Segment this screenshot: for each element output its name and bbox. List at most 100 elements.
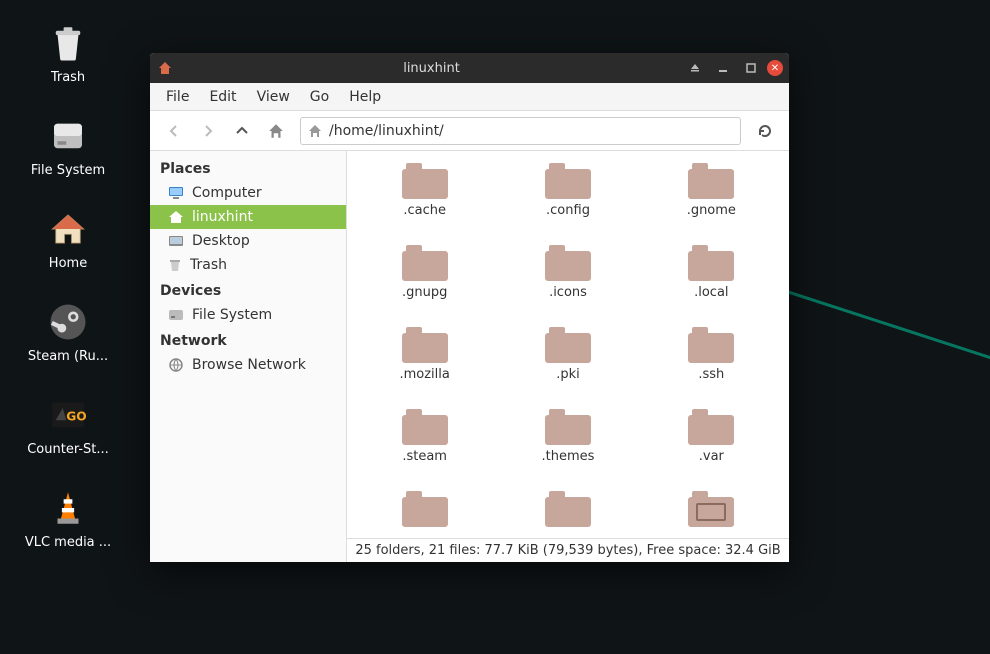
globe-icon bbox=[168, 357, 184, 373]
folder-icon bbox=[688, 163, 734, 199]
nav-back-button[interactable] bbox=[158, 116, 190, 146]
home-icon bbox=[307, 123, 323, 139]
computer-icon bbox=[168, 186, 184, 200]
sidebar-item-label: File System bbox=[192, 307, 272, 323]
nav-home-button[interactable] bbox=[260, 116, 292, 146]
sidebar-item-desktop[interactable]: Desktop bbox=[150, 229, 346, 253]
folder-label: .config bbox=[546, 203, 590, 218]
folder-item[interactable]: .themes bbox=[496, 409, 639, 491]
folder-grid[interactable]: .cache .config .gnome .gnupg .icons .local .mo… bbox=[347, 151, 789, 538]
titlebar[interactable]: linuxhint ✕ bbox=[150, 53, 789, 83]
folder-item[interactable]: .icons bbox=[496, 245, 639, 327]
folder-item[interactable]: .local bbox=[640, 245, 783, 327]
drive-icon bbox=[47, 115, 89, 157]
folder-label: .var bbox=[699, 449, 724, 464]
folder-item[interactable]: .ssh bbox=[640, 327, 783, 409]
sidebar-item-label: Browse Network bbox=[192, 357, 306, 373]
folder-label: .icons bbox=[549, 285, 587, 300]
folder-item[interactable]: .cache bbox=[353, 163, 496, 245]
desktop-icon-label: Trash bbox=[51, 70, 85, 85]
folder-label: .mozilla bbox=[399, 367, 449, 382]
desktop-icon-csgo[interactable]: GO Counter-St... bbox=[18, 394, 118, 457]
app-home-icon bbox=[156, 59, 174, 77]
window-close-button[interactable]: ✕ bbox=[767, 60, 783, 76]
home-icon bbox=[168, 210, 184, 224]
sidebar-item-trash[interactable]: Trash bbox=[150, 253, 346, 277]
sidebar-item-computer[interactable]: Computer bbox=[150, 181, 346, 205]
nav-forward-button[interactable] bbox=[192, 116, 224, 146]
sidebar-item-home[interactable]: linuxhint bbox=[150, 205, 346, 229]
folder-item[interactable]: .gnome bbox=[640, 163, 783, 245]
sidebar: Places Computer linuxhint Desktop Trash … bbox=[150, 151, 347, 562]
folder-item[interactable]: .steam bbox=[353, 409, 496, 491]
folder-item[interactable] bbox=[353, 491, 496, 538]
folder-label: .gnome bbox=[687, 203, 736, 218]
folder-item[interactable]: .config bbox=[496, 163, 639, 245]
desktop-icon-label: VLC media ... bbox=[25, 535, 111, 550]
folder-label: .cache bbox=[403, 203, 446, 218]
statusbar: 25 folders, 21 files: 77.7 KiB (79,539 b… bbox=[347, 538, 789, 562]
desktop-icon-vlc[interactable]: VLC media ... bbox=[18, 487, 118, 550]
folder-item[interactable]: .pki bbox=[496, 327, 639, 409]
folder-item[interactable] bbox=[496, 491, 639, 538]
folder-icon bbox=[402, 245, 448, 281]
steam-icon bbox=[47, 301, 89, 343]
folder-icon bbox=[688, 245, 734, 281]
desktop-icon-filesystem[interactable]: File System bbox=[18, 115, 118, 178]
sidebar-item-filesystem[interactable]: File System bbox=[150, 303, 346, 327]
folder-icon bbox=[402, 327, 448, 363]
window-maximize-button[interactable] bbox=[739, 59, 763, 77]
nav-up-button[interactable] bbox=[226, 116, 258, 146]
home-icon bbox=[47, 208, 89, 250]
folder-item[interactable]: .gnupg bbox=[353, 245, 496, 327]
sidebar-item-browse-network[interactable]: Browse Network bbox=[150, 353, 346, 377]
desktop-icon-steam[interactable]: Steam (Ru... bbox=[18, 301, 118, 364]
menu-edit[interactable]: Edit bbox=[199, 85, 246, 109]
folder-icon bbox=[545, 491, 591, 527]
trash-icon bbox=[168, 258, 182, 272]
folder-item[interactable]: .mozilla bbox=[353, 327, 496, 409]
sidebar-item-label: Desktop bbox=[192, 233, 250, 249]
folder-icon bbox=[688, 409, 734, 445]
desktop-icon bbox=[168, 234, 184, 248]
desktop-icon-label: File System bbox=[31, 163, 105, 178]
menubar: File Edit View Go Help bbox=[150, 83, 789, 111]
nav-reload-button[interactable] bbox=[749, 116, 781, 146]
folder-icon bbox=[545, 327, 591, 363]
folder-icon bbox=[545, 163, 591, 199]
menu-view[interactable]: View bbox=[247, 85, 300, 109]
sidebar-network-header: Network bbox=[150, 327, 346, 353]
folder-item[interactable] bbox=[640, 491, 783, 538]
sidebar-item-label: Computer bbox=[192, 185, 262, 201]
folder-icon bbox=[402, 163, 448, 199]
folder-label: .local bbox=[694, 285, 728, 300]
trash-icon bbox=[47, 22, 89, 64]
folder-label: .pki bbox=[556, 367, 580, 382]
folder-label: .steam bbox=[402, 449, 447, 464]
csgo-icon: GO bbox=[47, 394, 89, 436]
address-text: /home/linuxhint/ bbox=[329, 123, 444, 139]
status-text: 25 folders, 21 files: 77.7 KiB (79,539 b… bbox=[355, 543, 780, 558]
desktop-icon-label: Steam (Ru... bbox=[28, 349, 108, 364]
address-bar[interactable]: /home/linuxhint/ bbox=[300, 117, 741, 145]
sidebar-item-label: linuxhint bbox=[192, 209, 253, 225]
desktop-icon-label: Counter-St... bbox=[27, 442, 109, 457]
vlc-icon bbox=[47, 487, 89, 529]
folder-icon bbox=[545, 409, 591, 445]
menu-help[interactable]: Help bbox=[339, 85, 391, 109]
window-keep-above-button[interactable] bbox=[683, 59, 707, 77]
sidebar-places-header: Places bbox=[150, 155, 346, 181]
window-minimize-button[interactable] bbox=[711, 59, 735, 77]
folder-label: .ssh bbox=[698, 367, 724, 382]
menu-file[interactable]: File bbox=[156, 85, 199, 109]
desktop-icon-trash[interactable]: Trash bbox=[18, 22, 118, 85]
menu-go[interactable]: Go bbox=[300, 85, 339, 109]
folder-item[interactable]: .var bbox=[640, 409, 783, 491]
desktop-icon-label: Home bbox=[49, 256, 87, 271]
folder-label: .gnupg bbox=[402, 285, 447, 300]
folder-icon bbox=[402, 409, 448, 445]
desktop-icon-home[interactable]: Home bbox=[18, 208, 118, 271]
file-manager-window: linuxhint ✕ File Edit View Go Help bbox=[150, 53, 789, 562]
svg-text:GO: GO bbox=[66, 409, 86, 423]
folder-icon bbox=[688, 327, 734, 363]
